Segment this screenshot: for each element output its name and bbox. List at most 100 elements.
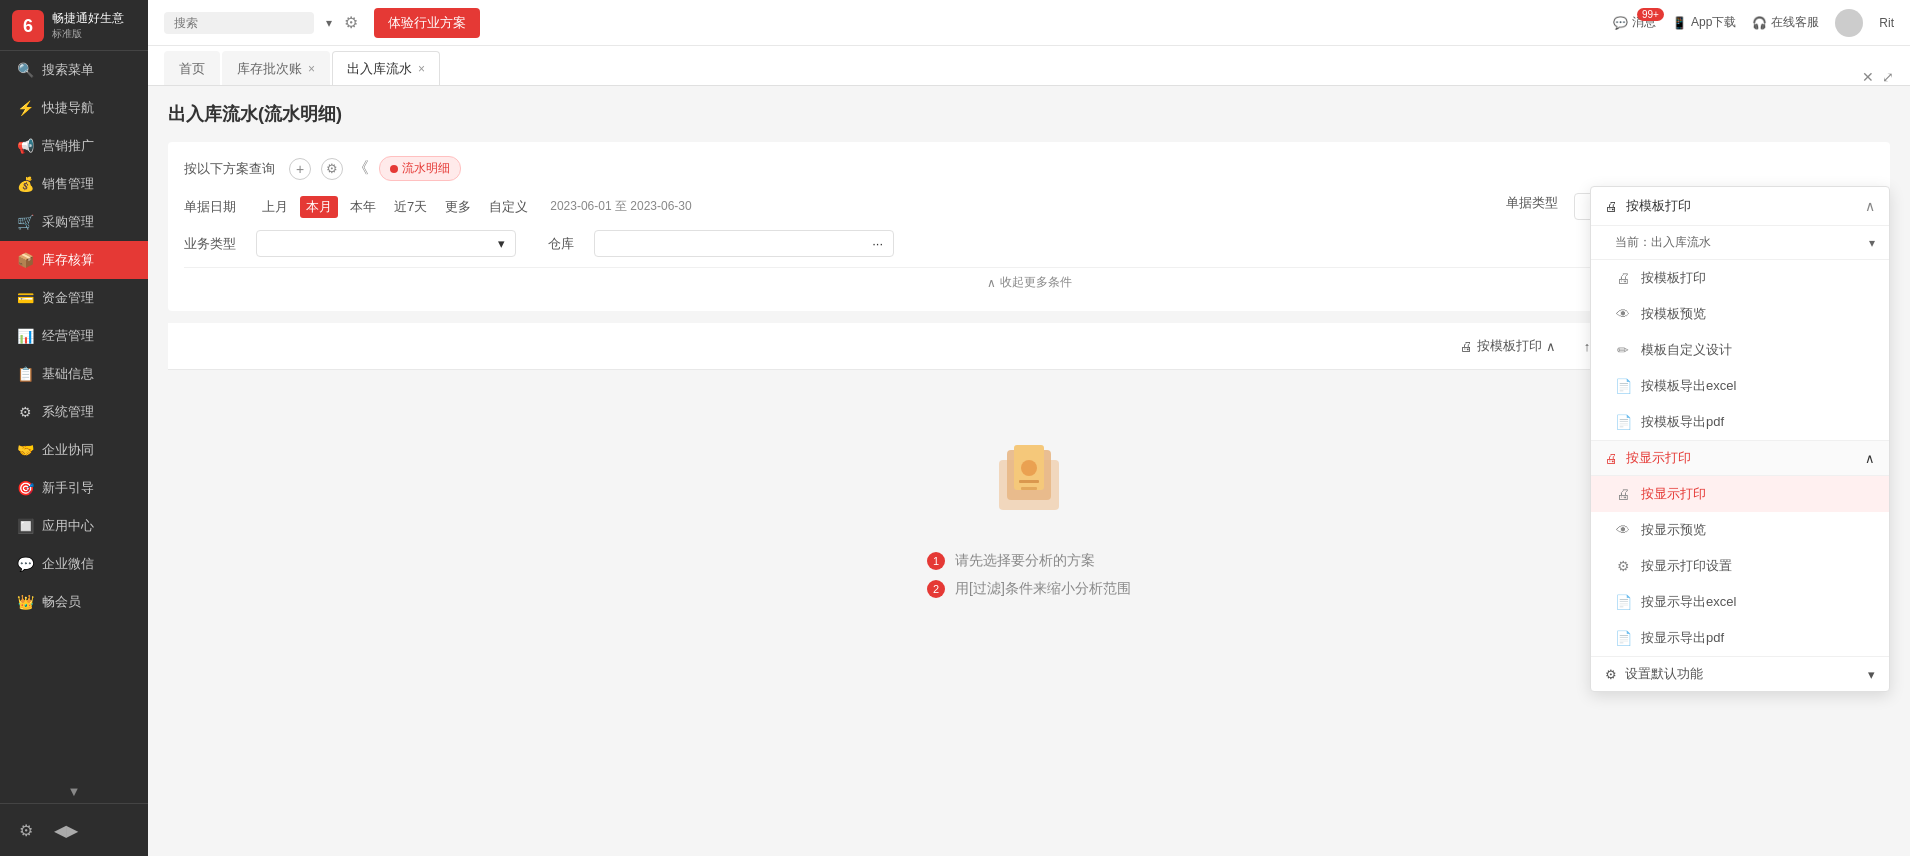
sidebar-item-collab[interactable]: 🤝企业协同 xyxy=(0,431,148,469)
date-more-btn[interactable]: 更多 xyxy=(439,196,477,218)
collapse-label: 收起更多条件 xyxy=(1000,274,1072,291)
svg-rect-5 xyxy=(1021,487,1037,490)
sidebar-icon-search: 🔍 xyxy=(16,62,34,78)
sidebar-item-quick-nav[interactable]: ⚡快捷导航 xyxy=(0,89,148,127)
display-section-title: 🖨 按显示打印 xyxy=(1605,449,1691,467)
filter-setting-btn[interactable]: ⚙ xyxy=(321,158,343,180)
sidebar-label-operations: 经营管理 xyxy=(42,327,94,345)
search-input[interactable] xyxy=(164,12,314,34)
display-section-collapse[interactable]: ∧ xyxy=(1865,451,1875,466)
sidebar-label-app-center: 应用中心 xyxy=(42,517,94,535)
sidebar-scroll-down[interactable]: ▼ xyxy=(0,780,148,803)
filter-tag-dot xyxy=(390,165,398,173)
dropdown-item-template-custom[interactable]: ✏ 模板自定义设计 xyxy=(1591,332,1889,368)
dropdown-item-template-print[interactable]: 🖨 按模板打印 xyxy=(1591,260,1889,296)
tab-batch-account-close[interactable]: × xyxy=(308,62,315,76)
dropdown-item-display-excel[interactable]: 📄 按显示导出excel xyxy=(1591,584,1889,620)
sidebar-label-sales: 销售管理 xyxy=(42,175,94,193)
business-type-select[interactable]: ▾ xyxy=(256,230,516,257)
online-service-btn[interactable]: 🎧 在线客服 xyxy=(1752,14,1819,31)
dropdown-current: 当前：出入库流水 ▾ xyxy=(1591,226,1889,260)
display-print-label: 按显示打印 xyxy=(1641,485,1706,503)
dropdown-item-template-preview[interactable]: 👁 按模板预览 xyxy=(1591,296,1889,332)
business-type-label: 业务类型 xyxy=(184,235,236,253)
tab-batch-account[interactable]: 库存批次账 × xyxy=(222,51,330,85)
display-preview-icon: 👁 xyxy=(1615,522,1631,538)
dropdown-item-display-print-setting[interactable]: ⚙ 按显示打印设置 xyxy=(1591,548,1889,584)
settings-icon[interactable]: ⚙ xyxy=(10,814,42,846)
industry-btn[interactable]: 体验行业方案 xyxy=(374,8,480,38)
sidebar-icon-inventory: 📦 xyxy=(16,252,34,268)
print-template-btn[interactable]: 🖨 按模板打印 ∧ xyxy=(1452,333,1564,359)
tab-home-label: 首页 xyxy=(179,60,205,78)
dropdown-panel: 🖨 按模板打印 ∧ 当前：出入库流水 ▾ 🖨 按模板打印 👁 按模板预览 xyxy=(1590,186,1890,692)
sidebar-item-operations[interactable]: 📊经营管理 xyxy=(0,317,148,355)
template-custom-icon: ✏ xyxy=(1615,342,1631,358)
svg-point-3 xyxy=(1021,460,1037,476)
collapse-icon[interactable]: ◀▶ xyxy=(50,814,82,846)
sidebar-item-basic[interactable]: 📋基础信息 xyxy=(0,355,148,393)
display-excel-icon: 📄 xyxy=(1615,594,1631,610)
dropdown-display-section: 🖨 按显示打印 👁 按显示预览 ⚙ 按显示打印设置 📄 按显示导出excel 📄 xyxy=(1591,476,1889,656)
dropdown-display-header: 🖨 按显示打印 ∧ xyxy=(1591,440,1889,476)
sidebar-item-search[interactable]: 🔍 搜索菜单 xyxy=(0,51,148,89)
dropdown-item-template-pdf[interactable]: 📄 按模板导出pdf xyxy=(1591,404,1889,440)
date-7days-btn[interactable]: 近7天 xyxy=(388,196,433,218)
window-close-btn[interactable]: ✕ xyxy=(1862,69,1874,85)
footer-icon: ⚙ xyxy=(1605,667,1617,682)
topbar-dropdown-btn[interactable]: ▾ xyxy=(326,16,332,30)
avatar[interactable] xyxy=(1835,9,1863,37)
dropdown-item-display-pdf[interactable]: 📄 按显示导出pdf xyxy=(1591,620,1889,656)
date-label: 单据日期 xyxy=(184,198,236,216)
template-pdf-icon: 📄 xyxy=(1615,414,1631,430)
sidebar-item-sales[interactable]: 💰销售管理 xyxy=(0,165,148,203)
display-excel-label: 按显示导出excel xyxy=(1641,593,1736,611)
warehouse-select[interactable]: ··· xyxy=(594,230,894,257)
tabs-window-controls: ✕ ⤢ xyxy=(1862,69,1894,85)
filter-add-btn[interactable]: + xyxy=(289,158,311,180)
app-download-btn[interactable]: 📱 App下载 xyxy=(1672,14,1736,31)
print-dropdown-icon: ∧ xyxy=(1546,339,1556,354)
display-section-icon: 🖨 xyxy=(1605,451,1618,466)
dropdown-title-text: 按模板打印 xyxy=(1626,197,1691,215)
tab-home[interactable]: 首页 xyxy=(164,51,220,85)
sidebar-item-marketing[interactable]: 📢营销推广 xyxy=(0,127,148,165)
sidebar-item-app-center[interactable]: 🔲应用中心 xyxy=(0,507,148,545)
dropdown-item-display-preview[interactable]: 👁 按显示预览 xyxy=(1591,512,1889,548)
sidebar-item-wechat[interactable]: 💬企业微信 xyxy=(0,545,148,583)
tab-in-out-flow[interactable]: 出入库流水 × xyxy=(332,51,440,85)
window-expand-btn[interactable]: ⤢ xyxy=(1882,69,1894,85)
dropdown-item-template-excel[interactable]: 📄 按模板导出excel xyxy=(1591,368,1889,404)
date-this-month-btn[interactable]: 本月 xyxy=(300,196,338,218)
settings-gear-icon[interactable]: ⚙ xyxy=(344,13,358,32)
sidebar-item-finance[interactable]: 💳 资金管理 xyxy=(0,279,148,317)
step1-text: 请先选择要分析的方案 xyxy=(955,552,1095,568)
edition-label: 标准版 xyxy=(52,27,124,41)
sidebar-item-guide[interactable]: 🎯新手引导 xyxy=(0,469,148,507)
step2-num: 2 xyxy=(927,580,945,598)
dropdown-footer[interactable]: ⚙ 设置默认功能 ▾ xyxy=(1591,656,1889,691)
template-custom-label: 模板自定义设计 xyxy=(1641,341,1732,359)
sidebar-label-finance: 资金管理 xyxy=(42,289,94,307)
dropdown-collapse-btn[interactable]: ∧ xyxy=(1865,198,1875,214)
date-this-year-btn[interactable]: 本年 xyxy=(344,196,382,218)
date-custom-btn[interactable]: 自定义 xyxy=(483,196,534,218)
message-btn[interactable]: 💬 消息 99+ xyxy=(1613,14,1656,31)
filter-collapse-icon[interactable]: 《 xyxy=(353,158,369,179)
sidebar-item-purchase[interactable]: 🛒采购管理 xyxy=(0,203,148,241)
topbar: ▾ ⚙ 体验行业方案 💬 消息 99+ 📱 App下载 🎧 在线客服 Rit xyxy=(148,0,1910,46)
sidebar-label-search: 搜索菜单 xyxy=(42,61,94,79)
sidebar-item-system[interactable]: ⚙系统管理 xyxy=(0,393,148,431)
tab-in-out-flow-label: 出入库流水 xyxy=(347,60,412,78)
sidebar-item-inventory[interactable]: 📦库存核算 xyxy=(0,241,148,279)
dropdown-item-display-print[interactable]: 🖨 按显示打印 xyxy=(1591,476,1889,512)
filter-tag[interactable]: 流水明细 xyxy=(379,156,461,181)
tab-in-out-flow-close[interactable]: × xyxy=(418,62,425,76)
date-last-month-btn[interactable]: 上月 xyxy=(256,196,294,218)
filter-tag-label: 流水明细 xyxy=(402,160,450,177)
sidebar-bottom: ⚙ ◀▶ xyxy=(0,803,148,856)
sidebar-label-wechat: 企业微信 xyxy=(42,555,94,573)
sidebar-item-member[interactable]: 👑畅会员 xyxy=(0,583,148,621)
sidebar-icon-finance: 💳 xyxy=(16,290,34,306)
username-label: Rit xyxy=(1879,16,1894,30)
